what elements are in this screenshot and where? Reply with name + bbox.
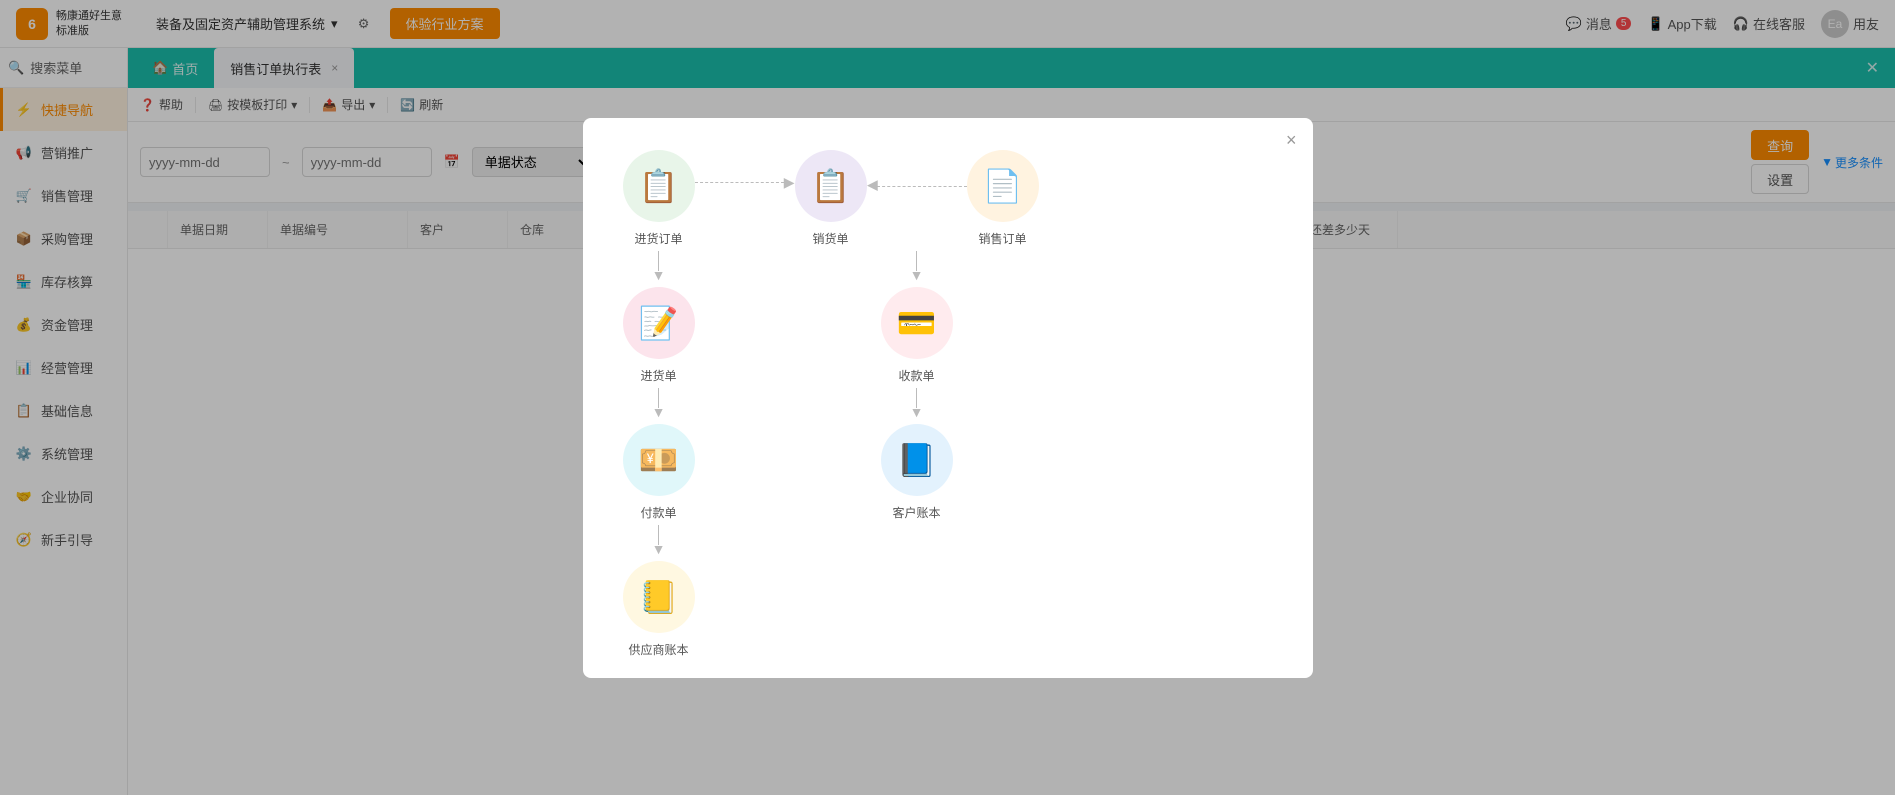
arrow-v-3: ▼: [652, 525, 666, 557]
sales-bill-icon: 📋: [795, 150, 867, 222]
modal-close-button[interactable]: ×: [1286, 130, 1297, 151]
supplier-ledger-node[interactable]: 📒 供应商账本: [623, 561, 695, 658]
sales-bill-node[interactable]: 📋 销货单: [795, 150, 867, 247]
purchase-order-label: 进货订单: [634, 230, 682, 247]
supplier-ledger-label: 供应商账本: [628, 641, 688, 658]
arrow-v-1: ▼: [652, 251, 666, 283]
sales-bill-label: 销货单: [812, 230, 848, 247]
payment-label: 付款单: [640, 504, 676, 521]
purchase-bill-icon: 📝: [623, 287, 695, 359]
receipt-node[interactable]: 💳 收款单: [881, 287, 953, 384]
payment-node[interactable]: 💴 付款单: [623, 424, 695, 521]
purchase-bill-node[interactable]: 📝 进货单: [623, 287, 695, 384]
modal-overlay[interactable]: × 📋 进货订单: [128, 48, 1895, 795]
sales-order-icon: 📄: [967, 150, 1039, 222]
arrow-v-2: ▼: [652, 388, 666, 420]
customer-ledger-icon: 📘: [881, 424, 953, 496]
receipt-icon: 💳: [881, 287, 953, 359]
arrow-v-5: ▼: [910, 388, 924, 420]
sales-order-node[interactable]: 📄 销售订单: [967, 150, 1039, 247]
customer-ledger-label: 客户账本: [892, 504, 940, 521]
sales-order-label: 销售订单: [978, 230, 1026, 247]
purchase-bill-label: 进货单: [640, 367, 676, 384]
arrow-v-4: ▼: [910, 251, 924, 283]
customer-ledger-node[interactable]: 📘 客户账本: [881, 424, 953, 521]
receipt-label: 收款单: [898, 367, 934, 384]
supplier-ledger-icon: 📒: [623, 561, 695, 633]
purchase-order-node[interactable]: 📋 进货订单: [623, 150, 695, 247]
purchase-order-icon: 📋: [623, 150, 695, 222]
flow-diagram: 📋 进货订单 ▼ 📝 进货单: [583, 118, 1313, 678]
modal-dialog: × 📋 进货订单: [583, 118, 1313, 678]
payment-icon: 💴: [623, 424, 695, 496]
